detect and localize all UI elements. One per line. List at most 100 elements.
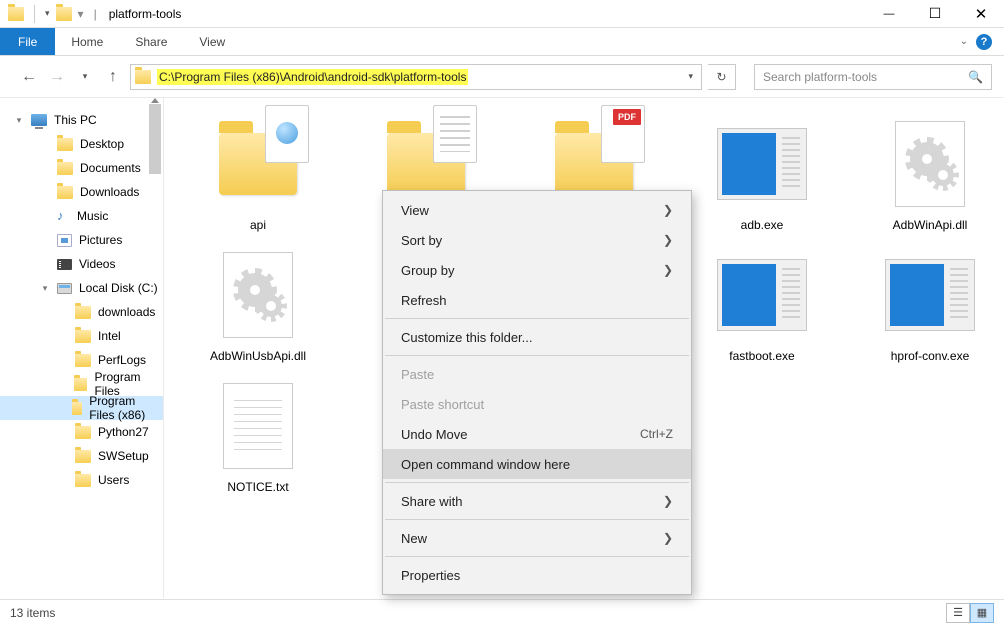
tree-label: Program Files (x86) <box>89 394 159 422</box>
folder-icon <box>75 450 91 463</box>
media-icon <box>57 234 72 247</box>
file-item[interactable]: AdbWinApi.dll <box>866 116 994 233</box>
tree-label: SWSetup <box>98 449 149 463</box>
file-item[interactable]: api <box>194 116 322 233</box>
file-item[interactable]: NOTICE.txt <box>194 378 322 495</box>
close-button[interactable]: ✕ <box>958 0 1004 28</box>
tree-item[interactable]: downloads <box>0 300 163 324</box>
tree-item[interactable]: Python27 <box>0 420 163 444</box>
tab-share[interactable]: Share <box>119 28 183 55</box>
file-tab[interactable]: File <box>0 28 55 55</box>
address-bar[interactable]: C:\Program Files (x86)\Android\android-s… <box>130 64 702 90</box>
file-item[interactable]: AdbWinUsbApi.dll <box>194 247 322 364</box>
menu-label: Share with <box>401 494 462 509</box>
folder-icon <box>75 354 91 367</box>
tree-item[interactable]: Program Files <box>0 372 163 396</box>
menu-item[interactable]: Open command window here <box>383 449 691 479</box>
tree-label: PerfLogs <box>98 353 146 367</box>
tree-item[interactable]: SWSetup <box>0 444 163 468</box>
tab-view[interactable]: View <box>183 28 241 55</box>
minimize-button[interactable]: — <box>866 0 912 28</box>
menu-item[interactable]: Share with ❯ <box>383 486 691 516</box>
pc-icon <box>31 114 47 126</box>
exe-icon <box>882 247 978 343</box>
forward-button[interactable]: → <box>46 66 68 88</box>
menu-label: Paste shortcut <box>401 397 484 412</box>
submenu-arrow-icon: ❯ <box>663 263 673 277</box>
view-icons-button[interactable]: ▦ <box>970 603 994 623</box>
tab-home[interactable]: Home <box>55 28 119 55</box>
music-icon <box>57 210 70 223</box>
menu-separator <box>385 482 689 483</box>
menu-item[interactable]: Refresh <box>383 285 691 315</box>
menu-item[interactable]: Sort by❯ <box>383 225 691 255</box>
window-controls: — ☐ ✕ <box>866 0 1004 28</box>
window-title: platform-tools <box>109 7 182 21</box>
folder-icon <box>75 426 91 439</box>
menu-separator <box>385 519 689 520</box>
menu-item[interactable]: Undo MoveCtrl+Z <box>383 419 691 449</box>
exe-icon <box>714 247 810 343</box>
recent-dropdown-icon[interactable]: ▾ <box>74 66 96 88</box>
qat-dropdown-icon[interactable]: ▾ <box>45 8 50 19</box>
tree-item[interactable]: ▾ Local Disk (C:) <box>0 276 163 300</box>
folder-icon <box>75 306 91 319</box>
tree-label: Local Disk (C:) <box>79 281 158 295</box>
folder-icon <box>75 474 91 487</box>
back-button[interactable]: ← <box>18 66 40 88</box>
chevron-icon[interactable]: ▾ <box>40 283 50 294</box>
dll-icon <box>210 247 306 343</box>
exe-icon <box>714 116 810 212</box>
maximize-button[interactable]: ☐ <box>912 0 958 28</box>
collapse-ribbon-icon[interactable]: ⌄ <box>960 36 968 47</box>
chevron-icon[interactable]: ▾ <box>14 115 24 126</box>
tree-item[interactable]: Intel <box>0 324 163 348</box>
folder-icon <box>75 330 91 343</box>
folder-icon <box>57 162 73 175</box>
menu-label: Refresh <box>401 293 447 308</box>
navigation-tree[interactable]: ▾ This PC DesktopDocumentsDownloadsMusicPi… <box>0 98 164 598</box>
menu-item[interactable]: View❯ <box>383 195 691 225</box>
tree-item[interactable]: Music <box>0 204 163 228</box>
menu-label: Properties <box>401 568 460 583</box>
file-label: hprof-conv.exe <box>866 349 994 364</box>
tree-item[interactable]: Documents <box>0 156 163 180</box>
file-item[interactable]: hprof-conv.exe <box>866 247 994 364</box>
up-button[interactable]: ↑ <box>102 66 124 88</box>
submenu-arrow-icon: ❯ <box>663 233 673 247</box>
tree-item[interactable]: ▾ This PC <box>0 108 163 132</box>
tree-label: This PC <box>54 113 97 127</box>
file-label: adb.exe <box>698 218 826 233</box>
tree-item[interactable]: Program Files (x86) <box>0 396 163 420</box>
tree-label: Intel <box>98 329 121 343</box>
context-menu: View❯Sort by❯Group by❯ Refresh Customize t… <box>382 190 692 595</box>
address-dropdown-icon[interactable]: ▾ <box>684 71 697 82</box>
file-item[interactable]: fastboot.exe <box>698 247 826 364</box>
tree-item[interactable]: Pictures <box>0 228 163 252</box>
help-icon[interactable]: ? <box>976 34 992 50</box>
menu-separator <box>385 355 689 356</box>
menu-item: Paste <box>383 359 691 389</box>
tree-label: Users <box>98 473 129 487</box>
tree-item[interactable]: Downloads <box>0 180 163 204</box>
view-details-button[interactable]: ☰ <box>946 603 970 623</box>
menu-item[interactable]: Group by❯ <box>383 255 691 285</box>
disk-icon <box>57 283 72 294</box>
app-icon <box>8 7 24 21</box>
menu-item[interactable]: New❯ <box>383 523 691 553</box>
address-path[interactable]: C:\Program Files (x86)\Android\android-s… <box>157 69 468 85</box>
tree-item[interactable]: Videos <box>0 252 163 276</box>
tree-scrollbar[interactable] <box>149 104 161 174</box>
menu-item[interactable]: Customize this folder... <box>383 322 691 352</box>
file-item[interactable]: adb.exe <box>698 116 826 233</box>
tree-item[interactable]: Desktop <box>0 132 163 156</box>
menu-item[interactable]: Properties <box>383 560 691 590</box>
tree-item[interactable]: Users <box>0 468 163 492</box>
menu-separator <box>385 556 689 557</box>
menu-label: Open command window here <box>401 457 570 472</box>
search-box[interactable]: Search platform-tools 🔍 <box>754 64 992 90</box>
tree-item[interactable]: PerfLogs <box>0 348 163 372</box>
refresh-button[interactable]: ↻ <box>708 64 736 90</box>
folder-icon <box>74 378 88 391</box>
submenu-arrow-icon: ❯ <box>663 494 673 508</box>
